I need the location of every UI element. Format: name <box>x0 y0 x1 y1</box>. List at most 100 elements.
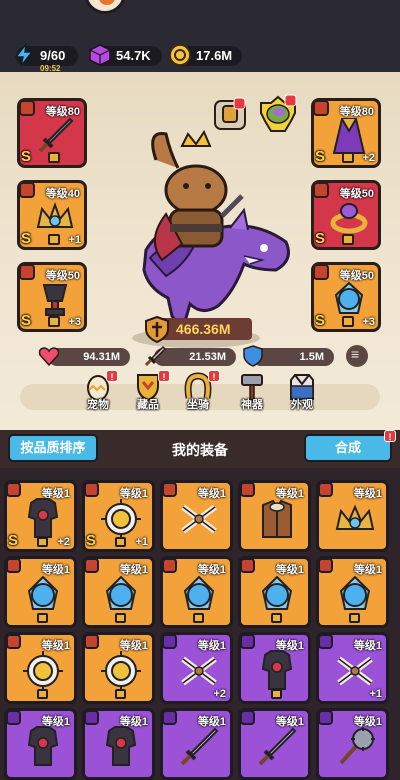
equipment-item[interactable]: 等级1 <box>4 556 77 628</box>
item-type-icon <box>162 482 177 497</box>
crown-icon <box>36 202 74 228</box>
merge-button[interactable]: 合成 ! <box>304 430 396 462</box>
heart-icon <box>38 347 60 367</box>
equipment-item[interactable]: 等级1 <box>316 556 389 628</box>
energy-bolt-icon <box>14 43 34 67</box>
sort-by-quality-button[interactable]: 按品质排序 <box>8 434 98 462</box>
equipment-item[interactable]: 等级1 <box>4 632 77 704</box>
fur-vest-icon <box>262 499 292 538</box>
equipment-item[interactable]: 等级1 +1 <box>316 632 389 704</box>
upgrade-count: +1 <box>135 536 148 548</box>
grade-label: S <box>315 230 326 247</box>
top-status-bar: 9/60 09:52 54.7K 17.6M <box>0 0 400 73</box>
armor-icon <box>27 498 59 538</box>
equipment-item[interactable]: 等级1 <box>160 556 233 628</box>
equipment-item[interactable]: 等级1 <box>238 708 311 780</box>
notification-badge: ! <box>106 370 118 382</box>
item-type-icon <box>318 558 333 573</box>
slot-type-icon <box>313 100 329 116</box>
equipment-item[interactable]: 等级1 S +1 <box>82 480 155 552</box>
item-type-icon <box>84 634 99 649</box>
notification-badge: ! <box>384 430 396 442</box>
upgrade-count: +1 <box>68 234 81 246</box>
item-type-icon <box>240 558 255 573</box>
shield-icon <box>243 345 263 367</box>
notification-badge: ! <box>208 370 220 382</box>
menu-collection[interactable]: 藏品 ! <box>126 370 170 422</box>
power-shield-icon <box>145 315 169 343</box>
crossbow-icon <box>337 656 373 686</box>
item-type-icon <box>318 482 333 497</box>
slot-type-icon <box>313 182 329 198</box>
item-type-icon <box>162 634 177 649</box>
lock-icon <box>342 234 354 245</box>
equip-slot-weapon[interactable]: 等级80 S <box>17 98 87 168</box>
equipment-item[interactable]: 等级1 S +2 <box>4 480 77 552</box>
grade-label: S <box>315 148 326 165</box>
equip-slot-orb[interactable]: 等级50 S +3 <box>311 262 381 332</box>
menu-appearance[interactable]: 外观 <box>280 372 324 422</box>
mace-icon <box>339 727 375 765</box>
equip-slot-cape[interactable]: 等级80 S +2 <box>311 98 381 168</box>
equipment-item[interactable]: 等级1 <box>316 480 389 552</box>
notification-badge: ! <box>158 370 170 382</box>
item-type-icon <box>84 558 99 573</box>
player-avatar[interactable] <box>84 0 126 14</box>
menu-artifacts-label: 神器 <box>241 399 263 411</box>
menu-appearance-label: 外观 <box>291 399 313 411</box>
grade-label: S <box>21 230 32 247</box>
crossbow-icon <box>181 504 217 534</box>
crossbow-icon <box>181 656 217 686</box>
stat-detail-button[interactable] <box>346 345 368 367</box>
lock-icon <box>48 152 60 163</box>
lock-icon <box>115 689 126 699</box>
equip-slot-ring[interactable]: 等级50 S <box>311 180 381 250</box>
slot-type-icon <box>19 182 35 198</box>
equip-slot-helmet[interactable]: 等级40 S +1 <box>17 180 87 250</box>
equipment-item[interactable]: 等级1 +2 <box>160 632 233 704</box>
slot-type-icon <box>313 264 329 280</box>
equipment-item[interactable]: 等级1 <box>238 556 311 628</box>
coin-counter[interactable]: 17.6M <box>169 44 242 66</box>
sun-medal-icon <box>23 651 63 691</box>
equipment-item[interactable]: 等级1 <box>82 556 155 628</box>
equipment-item[interactable]: 等级1 <box>238 480 311 552</box>
trophy-icon <box>42 284 68 316</box>
equipment-item[interactable]: 等级1 <box>82 708 155 780</box>
slot-type-icon <box>19 264 35 280</box>
sword-icon <box>258 727 297 766</box>
menu-pets[interactable]: 宠物 ! <box>76 370 120 422</box>
item-type-icon <box>318 634 333 649</box>
lock-icon <box>342 152 354 163</box>
stat-hp: 94.31M <box>38 347 130 367</box>
gem-counter[interactable]: 54.7K <box>89 44 162 66</box>
equipment-item[interactable]: 等级1 <box>160 708 233 780</box>
menu-mounts[interactable]: 坐骑 ! <box>176 370 220 422</box>
equipment-item[interactable]: 等级1 <box>82 632 155 704</box>
equipment-item[interactable]: 等级1 <box>160 480 233 552</box>
menu-artifacts[interactable]: 神器 <box>230 372 274 422</box>
lock-icon <box>115 537 126 547</box>
orb-icon <box>261 575 293 610</box>
grade-label: S <box>86 532 97 549</box>
equipment-item[interactable]: 等级1 <box>238 632 311 704</box>
lock-icon <box>271 689 282 699</box>
stat-defense-value: 1.5M <box>299 351 324 363</box>
lock-icon <box>48 234 60 245</box>
item-type-icon <box>318 710 333 725</box>
menu-mounts-label: 坐骑 <box>187 399 209 411</box>
equipment-title: 我的装备 <box>172 442 228 458</box>
armor-icon <box>261 650 293 690</box>
sword-icon <box>38 117 74 153</box>
equipment-grid: 等级1 S +2 等级1 S +1 等级1 等级1 等级1 等级1 等级1 等级1 等级1 等级1 等级1 等… <box>0 468 400 780</box>
upgrade-count: +3 <box>362 316 375 328</box>
equipment-item[interactable]: 等级1 <box>4 708 77 780</box>
energy-counter[interactable]: 9/60 <box>14 43 78 67</box>
orb-icon <box>339 575 371 610</box>
lock-icon <box>37 689 48 699</box>
item-type-icon <box>84 710 99 725</box>
equipment-item[interactable]: 等级1 <box>316 708 389 780</box>
lock-icon <box>115 613 126 623</box>
equip-slot-trophy[interactable]: 等级50 S +3 <box>17 262 87 332</box>
item-type-icon <box>84 482 99 497</box>
